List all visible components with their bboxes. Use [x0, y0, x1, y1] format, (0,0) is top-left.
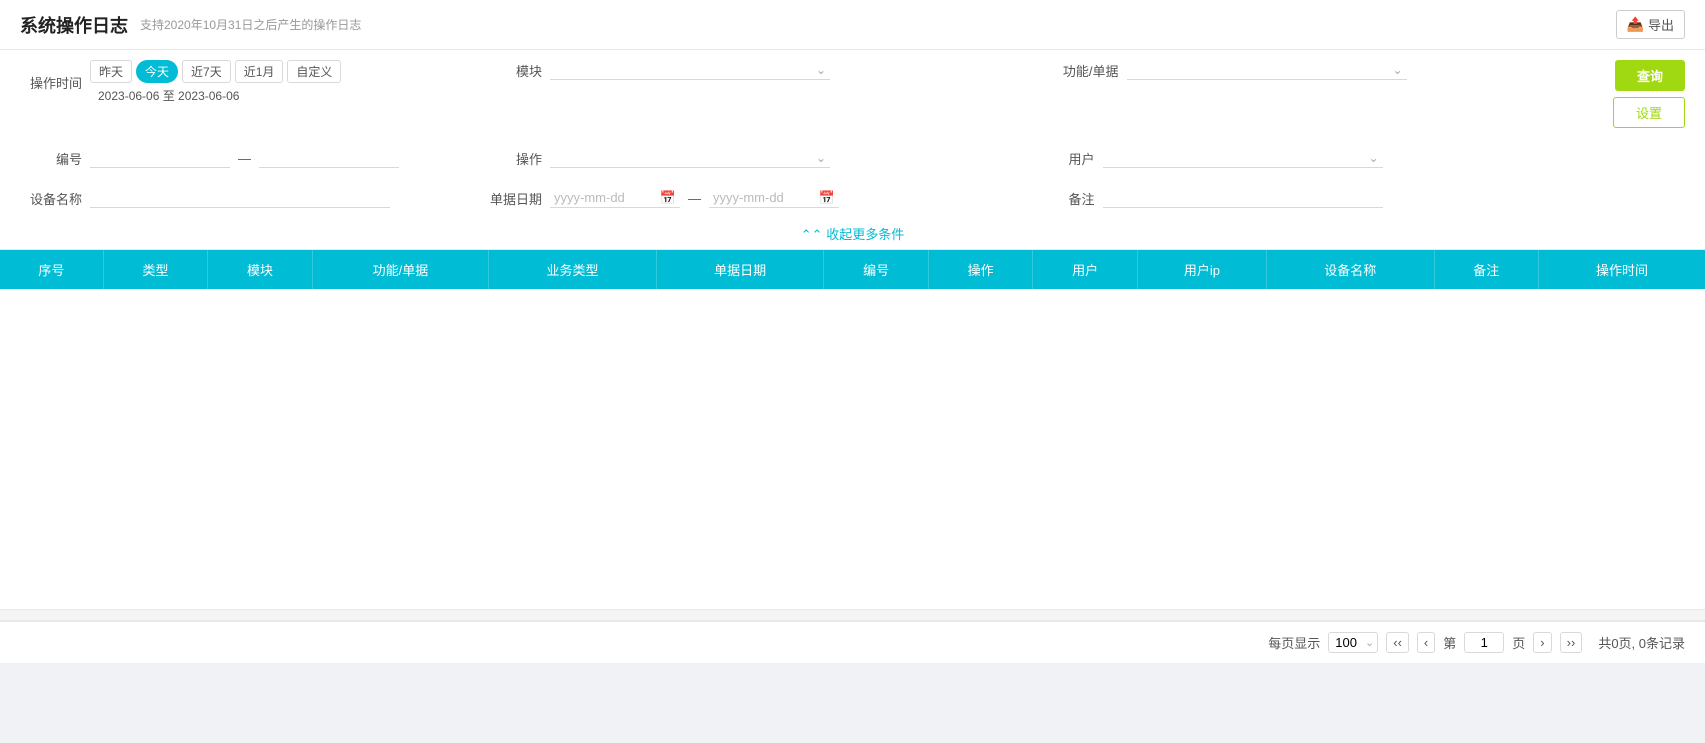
docdate-from-wrapper: 📅: [550, 188, 680, 208]
query-button[interactable]: 查询: [1615, 60, 1685, 91]
module-select-wrapper: ⌄: [550, 60, 830, 80]
table-header-cell: 操作时间: [1539, 250, 1705, 289]
user-filter-group: 用户 ⌄: [1033, 148, 1546, 168]
page-title: 系统操作日志: [20, 12, 128, 38]
number-dash: —: [230, 151, 259, 166]
docdate-label: 单据日期: [480, 189, 550, 208]
time-btn-yesterday[interactable]: 昨天: [90, 60, 132, 83]
remark-input[interactable]: [1103, 188, 1383, 208]
filter-row-1: 操作时间 昨天 今天 近7天 近1月 自定义 2023-06-06 至 2023…: [0, 50, 1705, 128]
table-header-cell: 序号: [0, 250, 103, 289]
page-suffix: 页: [1512, 633, 1525, 652]
pagination-bar: 每页显示 102050100200 ⌄ ‹‹ ‹ 第 页 › ›› 共0页, 0…: [0, 621, 1705, 663]
time-btn-7days[interactable]: 近7天: [182, 60, 231, 83]
module-label: 模块: [480, 61, 550, 80]
table-header-cell: 设备名称: [1266, 250, 1434, 289]
next-page-button[interactable]: ›: [1533, 632, 1551, 653]
settings-button[interactable]: 设置: [1613, 97, 1685, 128]
operation-label: 操作: [480, 149, 550, 168]
page-subtitle: 支持2020年10月31日之后产生的操作日志: [140, 16, 361, 33]
collapse-label: 收起更多条件: [826, 227, 904, 242]
function-label: 功能/单据: [1057, 61, 1127, 80]
time-range: 2023-06-06 至 2023-06-06: [98, 87, 341, 104]
page-number-input[interactable]: [1464, 632, 1504, 653]
table-header-cell: 操作: [928, 250, 1032, 289]
device-label: 设备名称: [20, 189, 90, 208]
export-button[interactable]: 📤 导出: [1616, 10, 1685, 39]
table-header-row: 序号类型模块功能/单据业务类型单据日期编号操作用户用户ip设备名称备注操作时间: [0, 250, 1705, 289]
operation-select[interactable]: [550, 148, 830, 167]
number-to-input[interactable]: [259, 148, 399, 168]
docdate-to-wrapper: 📅: [709, 188, 839, 208]
number-filter-group: 编号 —: [20, 148, 440, 168]
filter-row-3: 设备名称 单据日期 📅 — 📅 备注: [0, 178, 1705, 208]
time-label: 操作时间: [20, 73, 90, 92]
filter-section: 操作时间 昨天 今天 近7天 近1月 自定义 2023-06-06 至 2023…: [0, 50, 1705, 250]
calendar-to-icon[interactable]: 📅: [819, 190, 835, 206]
remark-filter-group: 备注: [1033, 188, 1546, 208]
table-header-cell: 类型: [103, 250, 207, 289]
data-table: 序号类型模块功能/单据业务类型单据日期编号操作用户用户ip设备名称备注操作时间: [0, 250, 1705, 289]
number-from-input[interactable]: [90, 148, 230, 168]
empty-area: [0, 289, 1705, 609]
page-label: 第: [1443, 633, 1456, 652]
time-btn-today[interactable]: 今天: [136, 60, 178, 83]
time-buttons: 昨天 今天 近7天 近1月 自定义: [90, 60, 341, 83]
table-header-cell: 用户: [1033, 250, 1137, 289]
number-label: 编号: [20, 149, 90, 168]
time-filter-group: 操作时间 昨天 今天 近7天 近1月 自定义 2023-06-06 至 2023…: [20, 60, 440, 104]
time-btn-custom[interactable]: 自定义: [287, 60, 341, 83]
page-header: 系统操作日志 支持2020年10月31日之后产生的操作日志 📤 导出: [0, 0, 1705, 50]
filter-row-2: 编号 — 操作 ⌄ 用户 ⌄: [0, 138, 1705, 168]
module-filter-group: 模块 ⌄: [480, 60, 1017, 80]
export-icon: 📤: [1627, 16, 1644, 33]
table-header-cell: 备注: [1434, 250, 1538, 289]
user-select-wrapper: ⌄: [1103, 148, 1383, 168]
device-input[interactable]: [90, 188, 390, 208]
table-header-cell: 业务类型: [489, 250, 657, 289]
function-select[interactable]: [1127, 60, 1407, 79]
module-select[interactable]: [550, 60, 830, 79]
table-header-cell: 单据日期: [656, 250, 824, 289]
remark-label: 备注: [1033, 189, 1103, 208]
table-header-cell: 模块: [208, 250, 312, 289]
action-buttons: 查询 设置: [1613, 60, 1685, 128]
function-filter-group: 功能/单据 ⌄: [1057, 60, 1594, 80]
table-container: 序号类型模块功能/单据业务类型单据日期编号操作用户用户ip设备名称备注操作时间: [0, 250, 1705, 289]
total-info: 共0页, 0条记录: [1598, 633, 1685, 652]
user-label: 用户: [1033, 149, 1103, 168]
last-page-button[interactable]: ››: [1560, 632, 1583, 653]
prev-page-button[interactable]: ‹: [1417, 632, 1435, 653]
table-header-cell: 功能/单据: [312, 250, 488, 289]
per-page-label: 每页显示: [1268, 633, 1320, 652]
page-size-select[interactable]: 102050100200: [1328, 632, 1378, 653]
table-header-cell: 编号: [824, 250, 928, 289]
first-page-button[interactable]: ‹‹: [1386, 632, 1409, 653]
docdate-dash: —: [680, 191, 709, 206]
collapse-up-icon: ⌃⌃: [801, 227, 823, 242]
docdate-filter-group: 单据日期 📅 — 📅: [480, 188, 993, 208]
export-label: 导出: [1648, 15, 1674, 34]
table-header-cell: 用户ip: [1137, 250, 1266, 289]
operation-filter-group: 操作 ⌄: [480, 148, 993, 168]
operation-select-wrapper: ⌄: [550, 148, 830, 168]
collapse-bar[interactable]: ⌃⌃ 收起更多条件: [0, 218, 1705, 250]
time-btn-1month[interactable]: 近1月: [235, 60, 284, 83]
page-size-wrapper: 102050100200 ⌄: [1328, 632, 1378, 653]
horizontal-scrollbar[interactable]: [0, 609, 1705, 621]
calendar-from-icon[interactable]: 📅: [660, 190, 676, 206]
function-select-wrapper: ⌄: [1127, 60, 1407, 80]
user-select[interactable]: [1103, 148, 1383, 167]
device-filter-group: 设备名称: [20, 188, 440, 208]
